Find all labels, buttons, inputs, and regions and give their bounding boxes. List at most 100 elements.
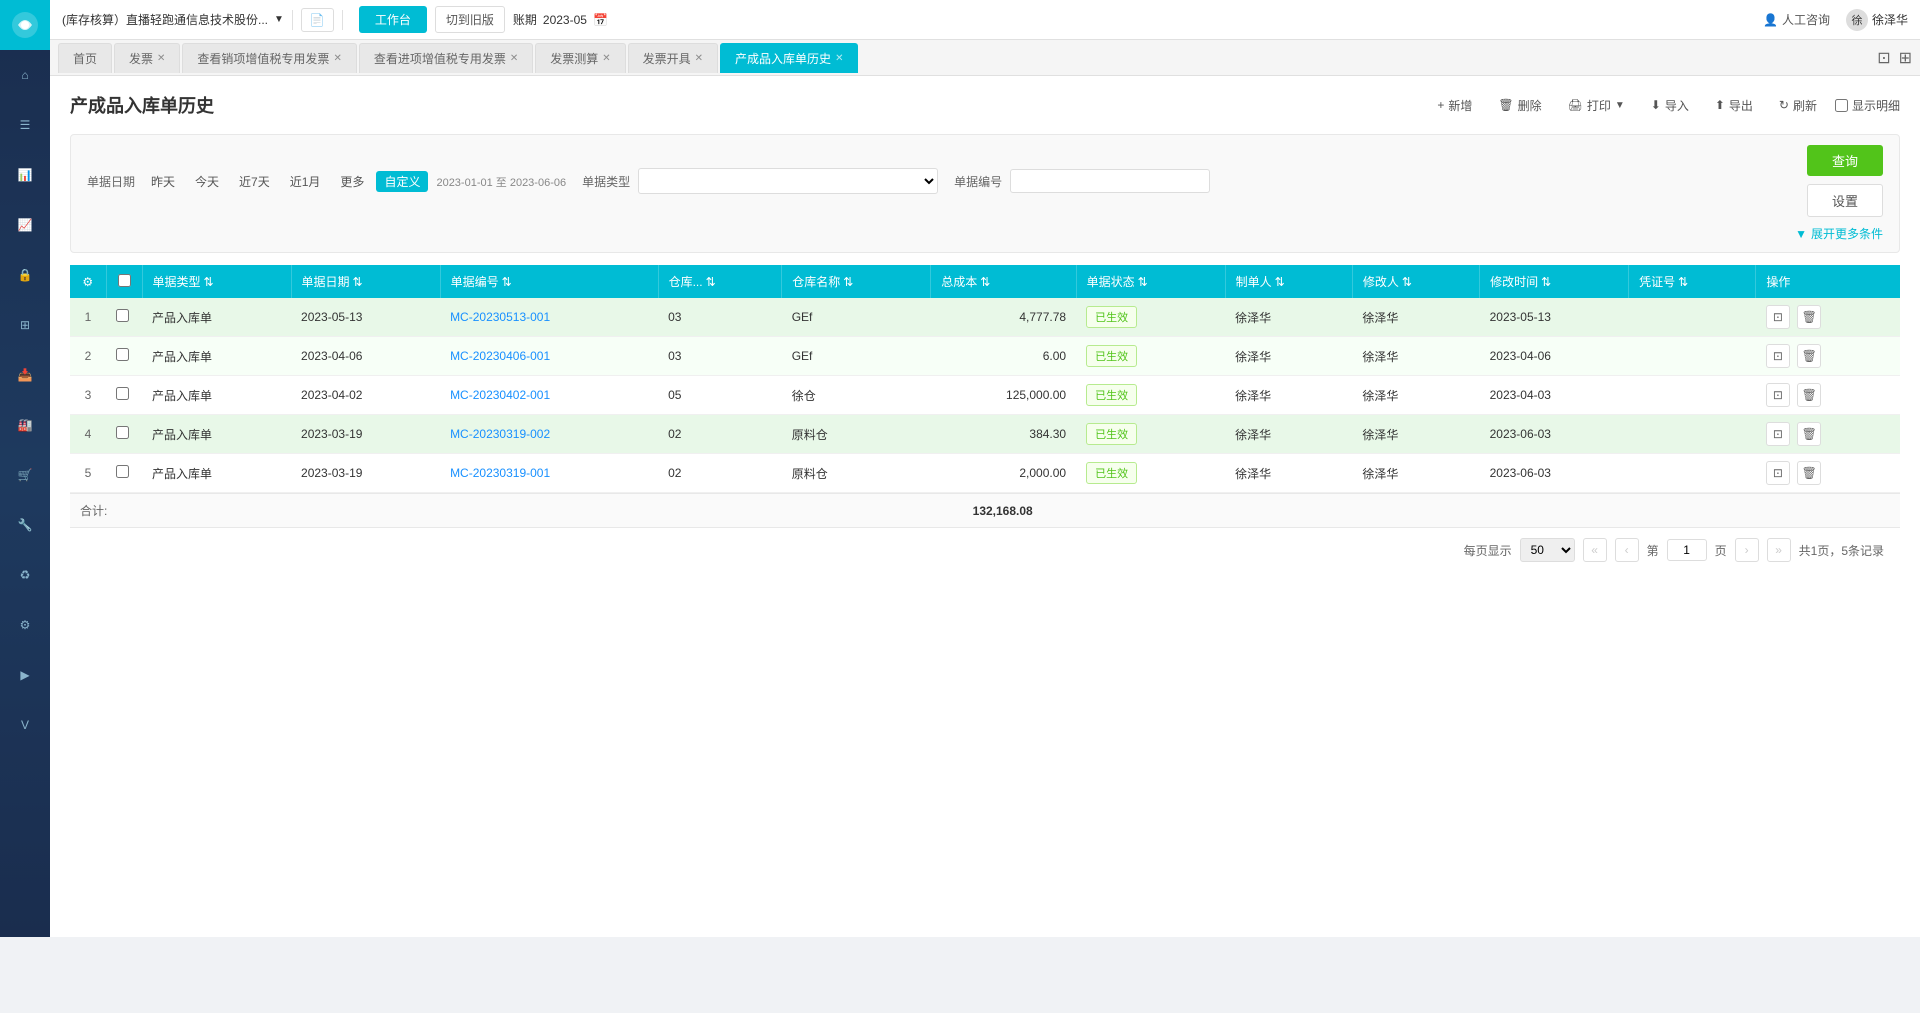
sidebar-item-video[interactable]: ▶ [0, 652, 50, 698]
row-checkbox[interactable] [116, 426, 129, 439]
row-checkbox[interactable] [116, 465, 129, 478]
row-select[interactable] [106, 337, 142, 376]
row-code-link[interactable]: MC-20230402-001 [450, 388, 550, 402]
tab-issue[interactable]: 发票开具 ✕ [628, 43, 718, 73]
row-modifier: 徐泽华 [1352, 415, 1479, 454]
select-all-checkbox[interactable] [118, 274, 131, 287]
company-selector[interactable]: (库存核算）直播轻跑通信息技术股份... ▼ [62, 11, 284, 28]
shortcut-7days[interactable]: 近7天 [231, 171, 278, 192]
shortcut-1month[interactable]: 近1月 [282, 171, 329, 192]
number-filter-input[interactable] [1010, 169, 1210, 193]
query-button[interactable]: 查询 [1807, 145, 1883, 176]
th-mod-time[interactable]: 修改时间⇅ [1480, 265, 1629, 298]
row-code-link[interactable]: MC-20230319-001 [450, 466, 550, 480]
row-checkbox[interactable] [116, 348, 129, 361]
first-page-button[interactable]: « [1583, 538, 1607, 562]
row-checkbox[interactable] [116, 387, 129, 400]
user-menu[interactable]: 徐 徐泽华 [1846, 9, 1908, 31]
row-select[interactable] [106, 415, 142, 454]
maximize-icon[interactable]: ⊞ [1899, 48, 1912, 68]
row-code-link[interactable]: MC-20230319-002 [450, 427, 550, 441]
last-page-button[interactable]: » [1767, 538, 1791, 562]
tab-calc[interactable]: 发票测算 ✕ [535, 43, 625, 73]
row-delete-button[interactable]: 🗑 [1797, 344, 1821, 368]
import-button[interactable]: ⬇ 导入 [1643, 93, 1697, 118]
sidebar-item-analytics[interactable]: 📈 [0, 202, 50, 248]
row-select[interactable] [106, 298, 142, 337]
restore-icon[interactable]: ⊡ [1877, 48, 1890, 68]
th-type[interactable]: 单据类型⇅ [142, 265, 291, 298]
show-detail-checkbox[interactable] [1835, 99, 1848, 112]
sidebar-item-settings[interactable]: ⚙ [0, 602, 50, 648]
tab-issue-close[interactable]: ✕ [695, 53, 703, 64]
sidebar-item-warehouse[interactable]: 🏭 [0, 402, 50, 448]
sidebar-item-recycle[interactable]: ♻ [0, 552, 50, 598]
row-edit-button[interactable]: ⊡ [1766, 461, 1790, 485]
shortcut-more[interactable]: 更多 [332, 171, 372, 192]
row-checkbox[interactable] [116, 309, 129, 322]
show-detail-checkbox-label[interactable]: 显示明细 [1835, 97, 1900, 114]
row-delete-button[interactable]: 🗑 [1797, 383, 1821, 407]
print-button[interactable]: 🖨 打印 ▼ [1560, 93, 1633, 118]
row-delete-button[interactable]: 🗑 [1797, 422, 1821, 446]
sidebar-item-chart[interactable]: 📊 [0, 152, 50, 198]
sidebar-item-cart[interactable]: 🛒 [0, 452, 50, 498]
new-button[interactable]: + 新增 [1429, 93, 1480, 118]
shortcut-today[interactable]: 今天 [187, 171, 227, 192]
row-code-link[interactable]: MC-20230406-001 [450, 349, 550, 363]
tab-calc-close[interactable]: ✕ [602, 53, 610, 64]
tab-purchase-invoice[interactable]: 查看进项增值税专用发票 ✕ [359, 43, 533, 73]
th-modifier[interactable]: 修改人⇅ [1352, 265, 1479, 298]
th-checkbox[interactable] [106, 265, 142, 298]
tab-product-inbound[interactable]: 产成品入库单历史 ✕ [720, 43, 858, 73]
set-button[interactable]: 设置 [1807, 184, 1883, 217]
switch-button[interactable]: 切到旧版 [435, 6, 505, 33]
th-status[interactable]: 单据状态⇅ [1076, 265, 1225, 298]
th-code[interactable]: 单据编号⇅ [440, 265, 658, 298]
th-voucher[interactable]: 凭证号⇅ [1629, 265, 1756, 298]
th-date[interactable]: 单据日期⇅ [291, 265, 440, 298]
sidebar-item-version[interactable]: V [0, 702, 50, 748]
th-settings[interactable]: ⚙ [70, 265, 106, 298]
tab-sales-invoice[interactable]: 查看销项增值税专用发票 ✕ [182, 43, 356, 73]
page-size-select[interactable]: 50 20 100 [1520, 538, 1575, 562]
sidebar-item-document[interactable]: ☰ [0, 102, 50, 148]
sidebar-item-tool[interactable]: 🔧 [0, 502, 50, 548]
sidebar-item-grid[interactable]: ⊞ [0, 302, 50, 348]
refresh-button[interactable]: ↻ 刷新 [1771, 93, 1825, 118]
th-creator[interactable]: 制单人⇅ [1225, 265, 1352, 298]
tab-invoice-close[interactable]: ✕ [157, 53, 165, 64]
sidebar-item-lock[interactable]: 🔒 [0, 252, 50, 298]
tab-invoice[interactable]: 发票 ✕ [114, 43, 180, 73]
next-page-button[interactable]: › [1735, 538, 1759, 562]
th-cost[interactable]: 总成本⇅ [931, 265, 1076, 298]
type-filter-select[interactable]: 产品入库单 [638, 168, 938, 194]
tab-home[interactable]: 首页 [58, 43, 112, 73]
row-delete-button[interactable]: 🗑 [1797, 305, 1821, 329]
row-select[interactable] [106, 376, 142, 415]
export-button[interactable]: ⬆ 导出 [1707, 93, 1761, 118]
row-select[interactable] [106, 454, 142, 493]
row-edit-button[interactable]: ⊡ [1766, 344, 1790, 368]
th-warehouse-name[interactable]: 仓库名称⇅ [782, 265, 931, 298]
expand-filter-button[interactable]: ▼ 展开更多条件 [1795, 225, 1883, 242]
row-delete-button[interactable]: 🗑 [1797, 461, 1821, 485]
tab-sales-invoice-close[interactable]: ✕ [333, 53, 341, 64]
th-warehouse-code[interactable]: 仓库...⇅ [658, 265, 782, 298]
tab-product-inbound-close[interactable]: ✕ [835, 53, 843, 64]
sidebar-item-home[interactable]: ⌂ [0, 52, 50, 98]
delete-button[interactable]: 🗑 删除 [1490, 93, 1549, 118]
shortcut-yesterday[interactable]: 昨天 [143, 171, 183, 192]
tab-purchase-invoice-close[interactable]: ✕ [510, 53, 518, 64]
row-edit-button[interactable]: ⊡ [1766, 422, 1790, 446]
sidebar-item-inbox[interactable]: 📥 [0, 352, 50, 398]
prev-page-button[interactable]: ‹ [1615, 538, 1639, 562]
help-button[interactable]: 👤 人工咨询 [1763, 11, 1830, 28]
row-edit-button[interactable]: ⊡ [1766, 383, 1790, 407]
page-number-input[interactable] [1667, 539, 1707, 561]
shortcut-custom[interactable]: 自定义 [376, 171, 428, 192]
document-button[interactable]: 📄 [301, 8, 334, 32]
row-code-link[interactable]: MC-20230513-001 [450, 310, 550, 324]
row-edit-button[interactable]: ⊡ [1766, 305, 1790, 329]
workspace-button[interactable]: 工作台 [359, 6, 427, 33]
